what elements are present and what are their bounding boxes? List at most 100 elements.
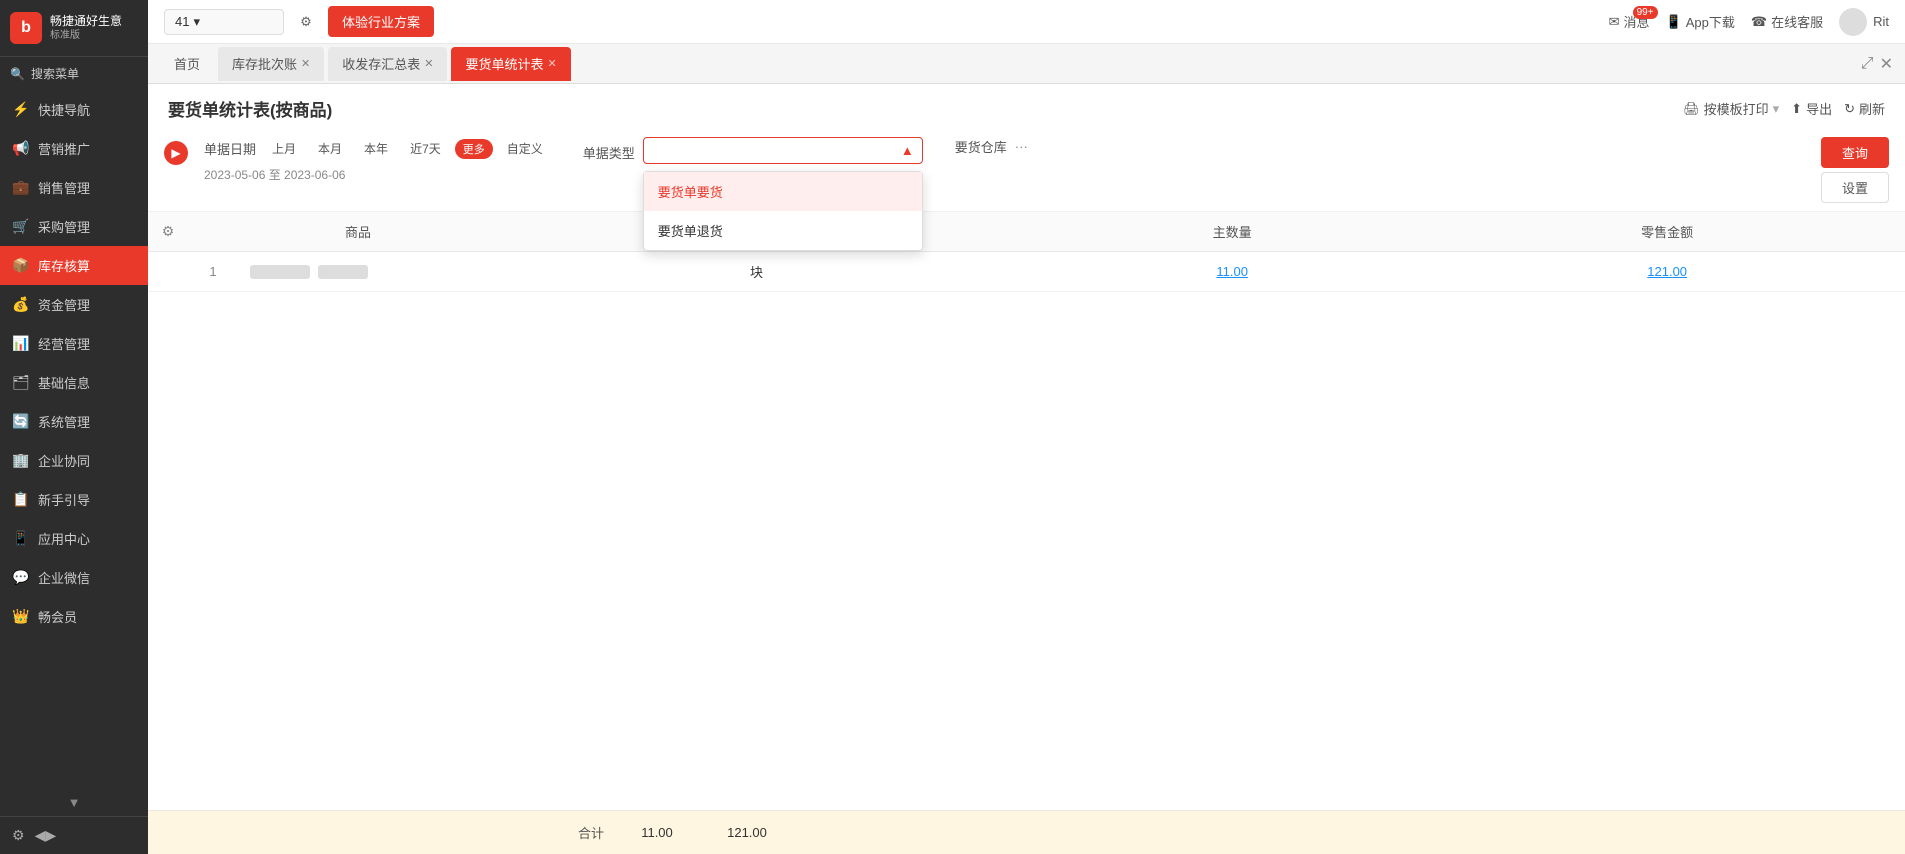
service-icon: ☎ (1751, 14, 1767, 30)
shortcut-this-year[interactable]: 本年 (356, 137, 396, 160)
topbar-settings-btn[interactable]: ⚙ (292, 8, 320, 36)
qty-link[interactable]: 11.00 (1216, 264, 1248, 279)
row-qty-cell: 11.00 (1035, 252, 1429, 292)
sidebar-item-enterprise[interactable]: 🏢 企业协同 (0, 441, 148, 480)
user-info[interactable]: Rit (1839, 8, 1889, 36)
sidebar-item-guide[interactable]: 📋 新手引导 (0, 480, 148, 519)
query-btn[interactable]: 查询 (1821, 137, 1889, 168)
topbar-right: ✉ 消息 99+ 📱 App下载 ☎ 在线客服 Rit (1609, 8, 1889, 36)
type-label: 单据类型 (583, 143, 635, 162)
dropdown-option-1[interactable]: 要货单要货 (644, 172, 922, 211)
basic-info-icon: 🗂 (12, 374, 30, 392)
sidebar-item-quick-nav[interactable]: ⚡ 快捷导航 (0, 90, 148, 129)
product-placeholder-1 (250, 265, 310, 279)
shortcut-last-month[interactable]: 上月 (264, 137, 304, 160)
sidebar-item-app-center[interactable]: 📱 应用中心 (0, 519, 148, 558)
date-shortcuts: 上月 本月 本年 近7天 更多 自定义 (264, 137, 551, 160)
date-range-display: 2023-05-06 至 2023-06-06 (204, 166, 551, 183)
shortcut-this-month[interactable]: 本月 (310, 137, 350, 160)
tab-collect-summary[interactable]: 收发存汇总表 ✕ (328, 47, 447, 81)
footer-label: 合计 (164, 823, 604, 842)
sidebar-search-item[interactable]: 🔍 搜索菜单 (0, 57, 148, 90)
topbar-online-service[interactable]: ☎ 在线客服 (1751, 12, 1823, 31)
logo-text: 畅捷通好生意 标准版 (50, 13, 122, 44)
th-amount: 零售金额 (1429, 212, 1905, 252)
inventory-icon: 📦 (12, 257, 30, 275)
type-dropdown-menu: 要货单要货 要货单退货 (643, 171, 923, 251)
industry-btn[interactable]: 体验行业方案 (328, 6, 434, 37)
th-product: 商品 (238, 212, 478, 252)
type-selector-input: ▲ 要货单要货 要货单退货 (643, 137, 923, 164)
th-index (188, 212, 238, 252)
topbar-app-download[interactable]: 📱 App下载 (1666, 12, 1735, 31)
dropdown-option-2[interactable]: 要货单退货 (644, 211, 922, 250)
tab-home[interactable]: 首页 (160, 47, 214, 81)
sidebar-scroll-down[interactable]: ▼ (0, 789, 148, 816)
product-placeholder-2 (318, 265, 368, 279)
sidebar-item-purchase[interactable]: 🛒 采购管理 (0, 207, 148, 246)
sidebar-item-finance[interactable]: 💰 资金管理 (0, 285, 148, 324)
th-settings: ⚙ (148, 212, 188, 252)
sidebar-item-system[interactable]: 🔄 系统管理 (0, 402, 148, 441)
sidebar-item-member[interactable]: 👑 畅会员 (0, 597, 148, 636)
print-dropdown-icon: ▾ (1773, 101, 1780, 117)
warehouse-group: 要货仓库 ··· (955, 137, 1028, 156)
quick-nav-icon: ⚡ (12, 101, 30, 119)
member-icon: 👑 (12, 608, 30, 626)
marketing-icon: 📢 (12, 140, 30, 158)
column-settings-icon[interactable]: ⚙ (162, 223, 175, 239)
row-amount-cell: 121.00 (1429, 252, 1905, 292)
user-name: Rit (1873, 14, 1889, 29)
app-center-icon: 📱 (12, 530, 30, 548)
row-index-cell: 1 (188, 252, 238, 292)
store-selector[interactable]: 41 ▾ (164, 9, 284, 35)
guide-icon: 📋 (12, 491, 30, 509)
sidebar-collapse-icon[interactable]: ◀▶ (35, 827, 57, 844)
tab-order-stats[interactable]: 要货单统计表 ✕ (451, 47, 570, 81)
tab-inventory-batch-close[interactable]: ✕ (301, 57, 310, 70)
type-selector-group: 单据类型 ▲ 要货单要货 要货单退货 (583, 137, 923, 164)
tab-order-stats-close[interactable]: ✕ (548, 57, 557, 70)
sidebar-item-wechat[interactable]: 💬 企业微信 (0, 558, 148, 597)
topbar-message[interactable]: ✉ 消息 99+ (1609, 12, 1650, 31)
filter-expand-btn[interactable]: ▶ (164, 141, 188, 165)
amount-link[interactable]: 121.00 (1647, 264, 1687, 279)
sidebar-item-basic-info[interactable]: 🗂 基础信息 (0, 363, 148, 402)
print-icon: 🖨 (1683, 101, 1700, 117)
filter-date-group: 单据日期 上月 本月 本年 近7天 更多 自定义 2023-05-06 至 20… (204, 137, 551, 183)
table-footer: 合计 11.00 121.00 (148, 810, 1905, 854)
export-btn[interactable]: ⬆ 导出 (1791, 99, 1832, 118)
content-area: 要货单统计表(按商品) 🖨 按模板打印 ▾ ⬆ 导出 ↻ 刷新 ▶ (148, 84, 1905, 854)
page-header: 要货单统计表(按商品) 🖨 按模板打印 ▾ ⬆ 导出 ↻ 刷新 (148, 84, 1905, 129)
logo-icon: b (10, 12, 42, 44)
page-actions: 🖨 按模板打印 ▾ ⬆ 导出 ↻ 刷新 (1683, 99, 1885, 118)
print-btn[interactable]: 🖨 按模板打印 ▾ (1683, 99, 1779, 118)
sidebar-settings-icon[interactable]: ⚙ (12, 827, 25, 844)
th-qty: 主数量 (1035, 212, 1429, 252)
tab-expand-icon[interactable]: ⤢ (1861, 55, 1874, 73)
tab-close-all-icon[interactable]: ✕ (1880, 54, 1893, 74)
shortcut-more[interactable]: 更多 (455, 139, 493, 159)
type-selector-box[interactable]: ▲ (643, 137, 923, 164)
sidebar-item-inventory[interactable]: 📦 库存核算 (0, 246, 148, 285)
page-title: 要货单统计表(按商品) (168, 96, 332, 121)
tab-collect-summary-close[interactable]: ✕ (424, 57, 433, 70)
refresh-icon: ↻ (1844, 101, 1855, 117)
operations-icon: 📊 (12, 335, 30, 353)
message-badge: 99+ (1633, 6, 1658, 19)
refresh-btn[interactable]: ↻ 刷新 (1844, 99, 1885, 118)
table-header-row: ⚙ 商品 主计量单位 主数量 零售金额 (148, 212, 1905, 252)
filter-date-row: 单据日期 上月 本月 本年 近7天 更多 自定义 (204, 137, 551, 160)
sidebar-item-marketing[interactable]: 📢 营销推广 (0, 129, 148, 168)
table-row: 1 块 11.00 121.00 (148, 252, 1905, 292)
warehouse-label: 要货仓库 (955, 137, 1007, 156)
shortcut-7days[interactable]: 近7天 (402, 137, 449, 160)
filter-actions: 查询 设置 (1821, 137, 1889, 203)
warehouse-dots-icon[interactable]: ··· (1015, 139, 1028, 154)
tab-inventory-batch[interactable]: 库存批次账 ✕ (218, 47, 324, 81)
filter-settings-btn[interactable]: 设置 (1821, 172, 1889, 203)
shortcut-custom[interactable]: 自定义 (499, 137, 551, 160)
sidebar-item-operations[interactable]: 📊 经营管理 (0, 324, 148, 363)
sidebar-item-sales[interactable]: 💼 销售管理 (0, 168, 148, 207)
sidebar-bottom: ⚙ ◀▶ (0, 816, 148, 854)
